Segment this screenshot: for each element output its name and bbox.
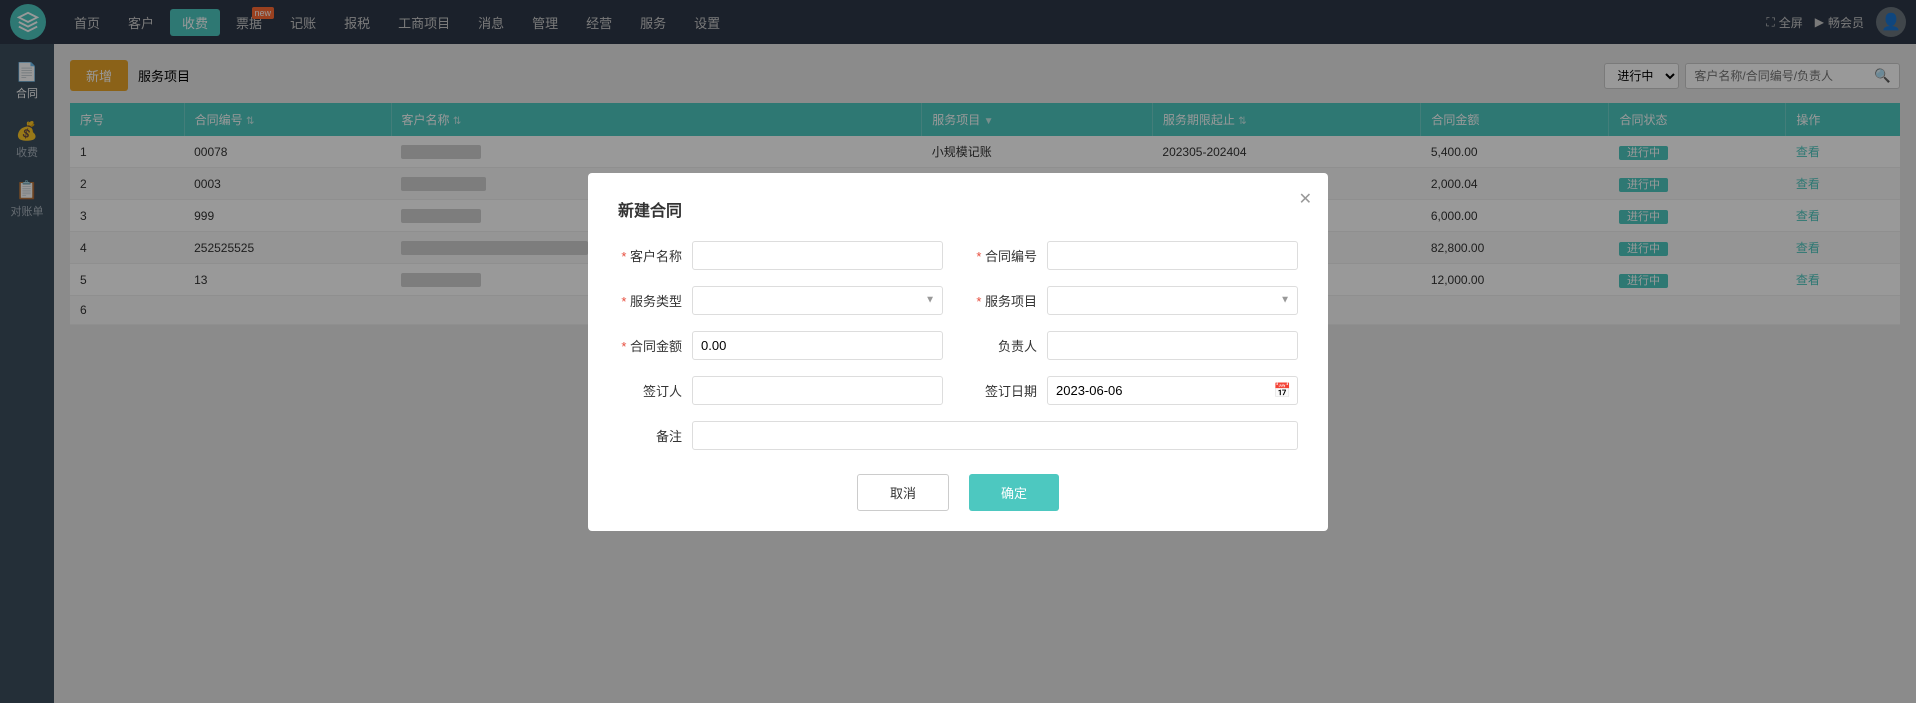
field-service-type: 服务类型 ▼ (618, 286, 943, 315)
form-row-2: 服务类型 ▼ 服务项目 ▼ (618, 286, 1298, 315)
sign-date-label: 签订日期 (973, 381, 1037, 400)
contract-no-input[interactable] (1047, 241, 1298, 270)
new-contract-modal: 新建合同 ✕ 客户名称 合同编号 服务类型 ▼ (588, 173, 1328, 531)
field-sign-date: 签订日期 📅 (973, 376, 1298, 405)
confirm-button[interactable]: 确定 (969, 474, 1059, 511)
responsible-person-label: 负责人 (973, 336, 1037, 355)
modal-overlay: 新建合同 ✕ 客户名称 合同编号 服务类型 ▼ (0, 0, 1916, 703)
field-contract-no: 合同编号 (973, 241, 1298, 270)
field-service-item: 服务项目 ▼ (973, 286, 1298, 315)
service-item-select[interactable] (1047, 286, 1298, 315)
calendar-icon[interactable]: 📅 (1274, 382, 1291, 399)
modal-footer: 取消 确定 (618, 474, 1298, 511)
cancel-button[interactable]: 取消 (857, 474, 949, 511)
service-type-select[interactable] (692, 286, 943, 315)
modal-title: 新建合同 (618, 197, 1298, 221)
form-row-5: 备注 (618, 421, 1298, 450)
service-item-label: 服务项目 (973, 291, 1037, 310)
sign-date-wrapper: 📅 (1047, 376, 1298, 405)
field-signer: 签订人 (618, 376, 943, 405)
field-responsible-person: 负责人 (973, 331, 1298, 360)
form-row-1: 客户名称 合同编号 (618, 241, 1298, 270)
remark-label: 备注 (618, 426, 682, 445)
field-remark: 备注 (618, 421, 1298, 450)
modal-close-button[interactable]: ✕ (1299, 189, 1312, 209)
signer-input[interactable] (692, 376, 943, 405)
field-contract-amount: 合同金额 (618, 331, 943, 360)
signer-label: 签订人 (618, 381, 682, 400)
service-item-wrapper: ▼ (1047, 286, 1298, 315)
remark-input[interactable] (692, 421, 1298, 450)
contract-amount-label: 合同金额 (618, 336, 682, 355)
form-row-4: 签订人 签订日期 📅 (618, 376, 1298, 405)
customer-name-label: 客户名称 (618, 246, 682, 265)
customer-name-input[interactable] (692, 241, 943, 270)
service-type-label: 服务类型 (618, 291, 682, 310)
contract-amount-input[interactable] (692, 331, 943, 360)
contract-no-label: 合同编号 (973, 246, 1037, 265)
service-type-wrapper: ▼ (692, 286, 943, 315)
field-customer-name: 客户名称 (618, 241, 943, 270)
form-row-3: 合同金额 负责人 (618, 331, 1298, 360)
responsible-person-input[interactable] (1047, 331, 1298, 360)
sign-date-input[interactable] (1054, 377, 1274, 404)
